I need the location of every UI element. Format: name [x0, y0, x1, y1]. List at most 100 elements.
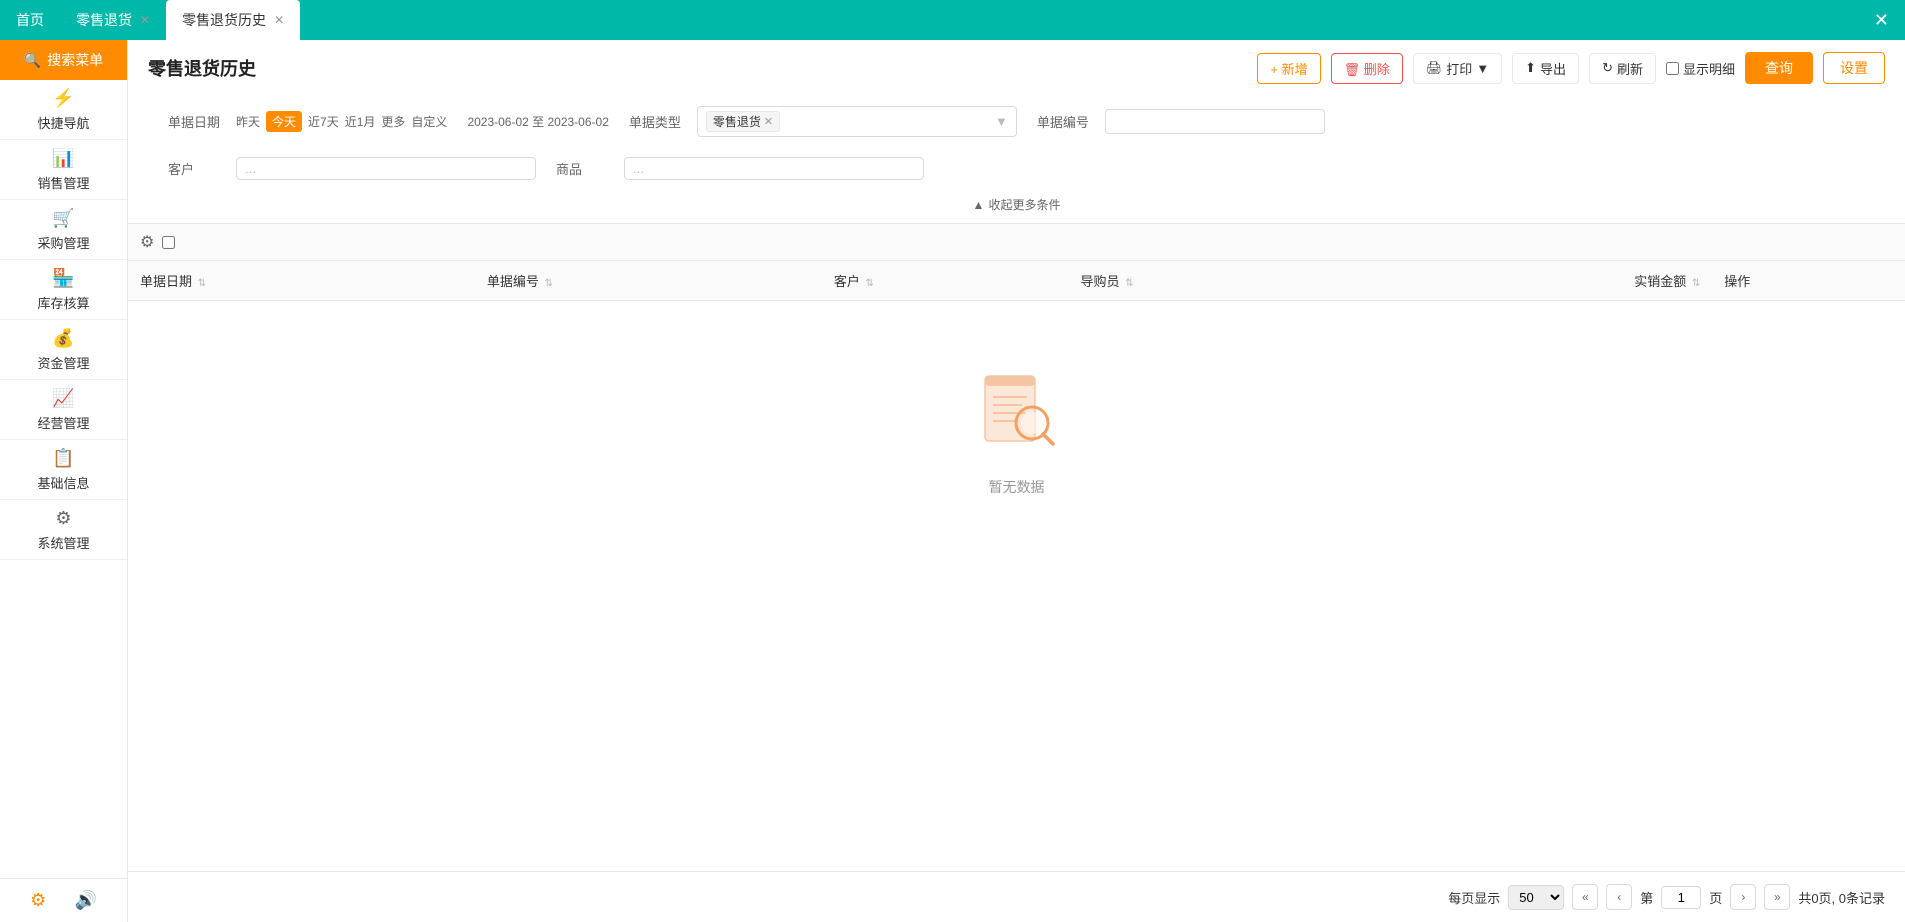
- date-custom[interactable]: 自定义: [411, 113, 447, 130]
- sidebar-item-finance[interactable]: 💰 资金管理: [0, 320, 127, 380]
- date-filter-label: 单据日期: [168, 112, 228, 131]
- prev-page-button[interactable]: ‹: [1606, 884, 1632, 910]
- sidebar-item-sales[interactable]: 📊 销售管理: [0, 140, 127, 200]
- per-page-label: 每页显示: [1448, 888, 1500, 907]
- col-date[interactable]: 单据日期 ⇅: [128, 261, 475, 301]
- voucher-no-label: 单据编号: [1037, 112, 1097, 131]
- sidebar-menu: ⚡ 快捷导航 📊 销售管理 🛒 采购管理 🏪 库存核算 💰 资金管理 📈: [0, 80, 127, 878]
- sidebar-item-basic-info[interactable]: 📋 基础信息: [0, 440, 127, 500]
- col-no[interactable]: 单据编号 ⇅: [475, 261, 822, 301]
- collapse-up-icon: ▲: [973, 198, 985, 212]
- table-settings-icon[interactable]: ⚙: [140, 232, 154, 252]
- setting-button[interactable]: 设置: [1823, 52, 1885, 84]
- sidebar-item-label: 销售管理: [37, 173, 89, 192]
- date-range-item: 2023-06-02 至 2023-06-02: [467, 113, 608, 130]
- sidebar-item-operations[interactable]: 📈 经营管理: [0, 380, 127, 440]
- empty-text: 暂无数据: [989, 477, 1045, 497]
- voucher-type-item: 单据类型 零售退货 ✕ ▼: [629, 106, 1017, 137]
- empty-row: 暂无数据: [128, 301, 1905, 558]
- sidebar-item-system[interactable]: ⚙ 系统管理: [0, 500, 127, 560]
- sidebar-item-label: 采购管理: [37, 233, 89, 252]
- col-amount-sort: ⇅: [1692, 278, 1700, 289]
- voucher-type-tag-label: 零售退货: [713, 113, 761, 130]
- select-dropdown-icon: ▼: [995, 114, 1008, 129]
- sidebar-item-quick-nav[interactable]: ⚡ 快捷导航: [0, 80, 127, 140]
- tab-home[interactable]: 零售退货历史 首页: [0, 0, 60, 40]
- customer-filter-item: 客户 ...: [168, 157, 536, 180]
- date-today[interactable]: 今天: [266, 111, 302, 132]
- date-7days[interactable]: 近7天: [308, 113, 339, 130]
- date-more[interactable]: 更多: [381, 113, 405, 130]
- tab-retail-return[interactable]: 零售退货 ✕: [60, 0, 166, 40]
- collapse-bar[interactable]: ▲ 收起更多条件: [168, 190, 1865, 223]
- next-page-button[interactable]: ›: [1730, 884, 1756, 910]
- col-customer[interactable]: 客户 ⇅: [822, 261, 1069, 301]
- collapse-label: 收起更多条件: [988, 196, 1060, 213]
- search-icon: 🔍: [24, 52, 41, 69]
- tab-retail-return-history-close[interactable]: ✕: [274, 13, 284, 27]
- sidebar-item-label: 经营管理: [37, 413, 89, 432]
- sidebar-search-button[interactable]: 🔍 搜索菜单: [0, 40, 127, 80]
- show-detail-input[interactable]: [1666, 62, 1679, 75]
- date-filter-item: 单据日期 昨天 今天 近7天 近1月 更多 自定义: [168, 111, 447, 132]
- print-button[interactable]: 🖨 🖨 打印 打印 ▼: [1413, 53, 1502, 84]
- page-input[interactable]: [1661, 886, 1701, 909]
- voucher-type-tags: 零售退货 ✕: [706, 111, 780, 132]
- delete-button[interactable]: 🗑 删除: [1331, 53, 1403, 84]
- goods-input[interactable]: ...: [624, 157, 924, 180]
- voucher-type-select[interactable]: 零售退货 ✕ ▼: [697, 106, 1017, 137]
- main-layout: 🔍 搜索菜单 ⚡ 快捷导航 📊 销售管理 🛒 采购管理 🏪 库存核算 💰: [0, 40, 1905, 922]
- col-amount[interactable]: 实销金额 ⇅: [1365, 261, 1712, 301]
- page-title: 零售退货历史: [148, 55, 256, 81]
- col-guide[interactable]: 导购员 ⇅: [1069, 261, 1366, 301]
- quick-nav-icon: ⚡: [52, 88, 74, 109]
- data-table: 单据日期 ⇅ 单据编号 ⇅ 客户 ⇅ 导购员 ⇅: [128, 261, 1905, 557]
- system-icon: ⚙: [55, 508, 71, 529]
- last-page-button[interactable]: »: [1764, 884, 1790, 910]
- voucher-no-input[interactable]: [1105, 109, 1325, 134]
- show-detail-checkbox[interactable]: 显示明细: [1666, 59, 1735, 78]
- sidebar-item-label: 资金管理: [37, 353, 89, 372]
- query-button[interactable]: 查询: [1745, 52, 1813, 84]
- voucher-no-item: 单据编号: [1037, 109, 1325, 134]
- col-action: 操作: [1712, 261, 1905, 301]
- basic-info-icon: 📋: [52, 448, 74, 469]
- tab-retail-return-close[interactable]: ✕: [140, 13, 150, 27]
- refresh-button[interactable]: ↻ 刷新: [1589, 53, 1656, 84]
- date-1month[interactable]: 近1月: [345, 113, 376, 130]
- sidebar-item-label: 快捷导航: [37, 113, 89, 132]
- volume-icon[interactable]: 🔊: [74, 890, 96, 911]
- customer-label: 客户: [168, 159, 228, 178]
- select-all-checkbox[interactable]: [162, 236, 175, 249]
- table-toolbar: ⚙: [128, 224, 1905, 261]
- tab-retail-return-history[interactable]: 零售退货历史 ✕: [166, 0, 300, 40]
- voucher-type-tag-close[interactable]: ✕: [764, 115, 773, 128]
- voucher-type-tag: 零售退货 ✕: [706, 111, 780, 132]
- page-prefix-label: 第: [1640, 888, 1653, 907]
- total-label: 共0页, 0条记录: [1798, 888, 1885, 907]
- print-icon: 🖨: [1426, 60, 1443, 76]
- voucher-type-label: 单据类型: [629, 112, 689, 131]
- col-guide-label: 导购员: [1081, 274, 1120, 289]
- show-detail-label: 显示明细: [1683, 59, 1735, 78]
- goods-placeholder: ...: [633, 161, 644, 176]
- operations-icon: 📈: [52, 388, 74, 409]
- sidebar-search-label: 搜索菜单: [47, 50, 103, 70]
- new-button[interactable]: + 新增: [1257, 53, 1320, 84]
- filter-row-1: 单据日期 昨天 今天 近7天 近1月 更多 自定义 2023-06-02 至 2…: [168, 96, 1865, 147]
- customer-input[interactable]: ...: [236, 157, 536, 180]
- window-close-button[interactable]: ✕: [1874, 10, 1905, 31]
- sidebar-item-purchase[interactable]: 🛒 采购管理: [0, 200, 127, 260]
- sidebar-item-inventory[interactable]: 🏪 库存核算: [0, 260, 127, 320]
- export-icon: ⬆: [1525, 60, 1536, 76]
- date-yesterday[interactable]: 昨天: [236, 113, 260, 130]
- refresh-icon: ↻: [1602, 60, 1613, 76]
- per-page-select[interactable]: 50 20 100: [1508, 885, 1564, 910]
- col-no-label: 单据编号: [487, 274, 539, 289]
- export-button[interactable]: ⬆ 导出: [1512, 53, 1579, 84]
- filter-area: 单据日期 昨天 今天 近7天 近1月 更多 自定义 2023-06-02 至 2…: [148, 96, 1885, 223]
- settings-icon[interactable]: ⚙: [30, 890, 46, 911]
- col-action-label: 操作: [1724, 274, 1750, 289]
- first-page-button[interactable]: «: [1572, 884, 1598, 910]
- goods-filter-item: 商品 ...: [556, 157, 924, 180]
